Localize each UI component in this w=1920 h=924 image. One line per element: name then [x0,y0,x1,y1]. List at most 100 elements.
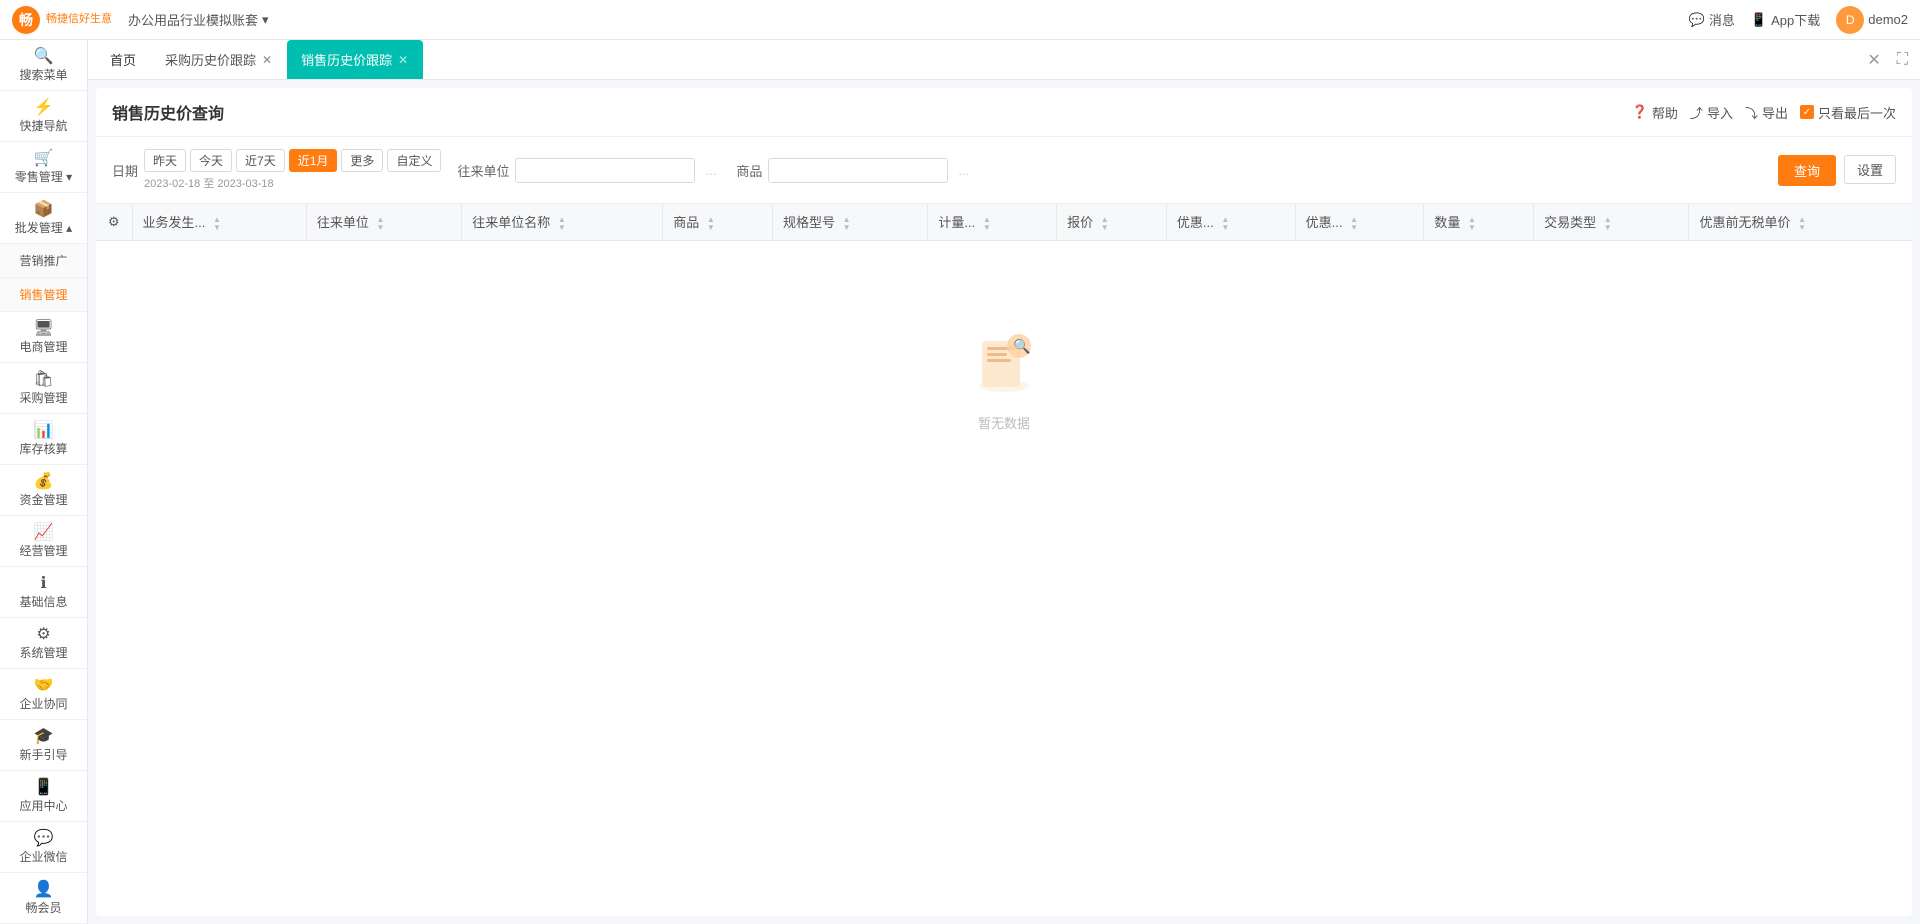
th-settings[interactable]: ⚙ [96,204,132,240]
tab-close-sales[interactable]: ✕ [398,53,408,67]
sidebar-item-label: 营销推广 [19,252,67,269]
sort-arrows-unit: ▲▼ [983,216,991,232]
sidebar-item-search-menu[interactable]: 🔍 搜索菜单 [0,40,87,91]
tab-sales-history[interactable]: 销售历史价跟踪 ✕ [287,40,423,79]
logo-text: 畅捷信好生意 [46,12,112,26]
sidebar-item-inventory[interactable]: 📊 库存核算 [0,414,87,465]
search-button[interactable]: 查询 [1778,155,1836,186]
customer-dots[interactable]: ... [701,163,720,178]
sidebar-item-label: 电商管理 [19,340,67,356]
sidebar-item-label: 基础信息 [19,595,67,611]
inventory-icon: 📊 [34,420,54,440]
maximize-btn[interactable]: ⛶ [1893,47,1912,73]
sort-arrows-pre-discount: ▲▼ [1798,216,1806,232]
sidebar-item-label: 零售管理 ▾ [15,170,72,186]
date-range-buttons: 昨天 今天 近7天 近1月 更多 自定义 2023-02-18 至 2023-0… [144,149,441,191]
empty-illustration: 🔍 [964,321,1044,401]
sidebar-item-retail[interactable]: 🛒 零售管理 ▾ [0,142,87,193]
sidebar-item-finance[interactable]: 💰 资金管理 [0,465,87,516]
export-icon: ⤵ [1745,103,1758,122]
workspace-selector[interactable]: 办公用品行业模拟账套 ▾ [120,6,277,33]
message-action[interactable]: 💬 消息 [1689,10,1735,29]
sidebar-item-guide[interactable]: 🎓 新手引导 [0,720,87,771]
ecom-icon: 🖥 [33,318,53,338]
sidebar-item-marketing[interactable]: 营销推广 [0,244,87,278]
th-partner[interactable]: 往来单位 ▲▼ [306,204,461,240]
page-header: 销售历史价查询 ❓ 帮助 ⤴ 导入 ⤵ 导出 ✓ [96,88,1912,137]
export-label: 导出 [1762,103,1788,122]
tab-purchase-history[interactable]: 采购历史价跟踪 ✕ [151,40,287,79]
settings-button[interactable]: 设置 [1844,155,1896,184]
product-filter-group: 商品 ... [736,158,973,183]
tab-bar: 首页 采购历史价跟踪 ✕ 销售历史价跟踪 ✕ ✕ ⛶ [88,40,1920,80]
th-pre-discount-price[interactable]: 优惠前无税单价 ▲▼ [1689,204,1912,240]
tab-label: 采购历史价跟踪 [165,50,256,69]
th-product[interactable]: 商品 ▲▼ [663,204,773,240]
date-btn-custom[interactable]: 自定义 [387,149,441,172]
th-quote[interactable]: 报价 ▲▼ [1057,204,1167,240]
sidebar-item-quick-nav[interactable]: ⚡ 快捷导航 [0,91,87,142]
sort-arrows-trade-type: ▲▼ [1604,216,1612,232]
sidebar-item-label: 企业微信 [19,850,67,866]
th-business-date[interactable]: 业务发生... ▲▼ [132,204,306,240]
tab-close-purchase[interactable]: ✕ [262,53,272,67]
guide-icon: 🎓 [34,726,54,746]
sidebar-item-system[interactable]: ⚙ 系统管理 [0,618,87,669]
sidebar-item-ecom[interactable]: 🖥 电商管理 [0,312,87,363]
close-tab-btn[interactable]: ✕ [1863,46,1884,74]
date-btn-1month[interactable]: 近1月 [289,149,338,172]
sort-arrows-business-date: ▲▼ [213,216,221,232]
import-button[interactable]: ⤴ 导入 [1690,103,1733,122]
date-btn-today[interactable]: 今天 [190,149,232,172]
export-button[interactable]: ⤵ 导出 [1745,103,1788,122]
main-layout: 🔍 搜索菜单 ⚡ 快捷导航 🛒 零售管理 ▾ 📦 批发管理 ▴ 营销推广 销售管… [0,40,1920,924]
sidebar-item-label: 采购管理 [19,391,67,407]
logo-area: 畅 畅捷信好生意 [12,6,112,34]
sidebar-item-business[interactable]: 📈 经营管理 [0,516,87,567]
product-input[interactable] [768,158,948,183]
top-bar-left: 畅 畅捷信好生意 办公用品行业模拟账套 ▾ [12,6,277,34]
collab-icon: 🤝 [34,675,54,695]
sidebar-item-wechat[interactable]: 💬 企业微信 [0,822,87,873]
product-dots[interactable]: ... [954,163,973,178]
sidebar-item-label: 企业协同 [19,697,67,713]
sidebar-item-sales-mgmt[interactable]: 销售管理 [0,278,87,312]
user-action[interactable]: D demo2 [1836,6,1908,34]
download-label: App下载 [1771,10,1820,29]
th-discount1[interactable]: 优惠... ▲▼ [1166,204,1295,240]
sidebar-item-label: 经营管理 [19,544,67,560]
sidebar-item-basic-info[interactable]: ℹ 基础信息 [0,567,87,618]
page-title: 销售历史价查询 [112,100,224,124]
th-unit[interactable]: 计量... ▲▼ [928,204,1057,240]
date-btn-7days[interactable]: 近7天 [236,149,285,172]
th-trade-type[interactable]: 交易类型 ▲▼ [1534,204,1689,240]
th-discount2[interactable]: 优惠... ▲▼ [1295,204,1424,240]
top-bar: 畅 畅捷信好生意 办公用品行业模拟账套 ▾ 💬 消息 📱 App下载 D dem… [0,0,1920,40]
sidebar-item-app-center[interactable]: 📱 应用中心 [0,771,87,822]
th-spec[interactable]: 规格型号 ▲▼ [772,204,927,240]
download-action[interactable]: 📱 App下载 [1751,10,1820,29]
last-record-checkbox-label[interactable]: ✓ 只看最后一次 [1800,103,1896,122]
retail-icon: 🛒 [34,148,54,168]
username-label: demo2 [1868,12,1908,27]
sidebar-item-member[interactable]: 👤 畅会员 [0,873,87,924]
date-btn-yesterday[interactable]: 昨天 [144,149,186,172]
checkbox-checked-icon: ✓ [1800,105,1814,119]
sort-arrows-discount2: ▲▼ [1350,216,1358,232]
sidebar-item-label: 应用中心 [19,799,67,815]
help-icon: ❓ [1632,104,1648,120]
message-icon: 💬 [1689,12,1705,28]
member-icon: 👤 [34,879,54,899]
sort-arrows-partner: ▲▼ [377,216,385,232]
th-quantity[interactable]: 数量 ▲▼ [1424,204,1534,240]
sidebar-item-collab[interactable]: 🤝 企业协同 [0,669,87,720]
sidebar-item-label: 搜索菜单 [19,68,67,84]
sidebar-item-purchase[interactable]: 🛍 采购管理 [0,363,87,414]
date-btn-more[interactable]: 更多 [341,149,383,172]
table-area: ⚙ 业务发生... ▲▼ 往来单位 ▲▼ 往来单位名称 [96,204,1912,916]
customer-input[interactable] [515,158,695,183]
sidebar-item-wholesale[interactable]: 📦 批发管理 ▴ [0,193,87,244]
help-button[interactable]: ❓ 帮助 [1632,103,1678,122]
tab-home[interactable]: 首页 [96,40,151,79]
th-partner-name[interactable]: 往来单位名称 ▲▼ [462,204,663,240]
